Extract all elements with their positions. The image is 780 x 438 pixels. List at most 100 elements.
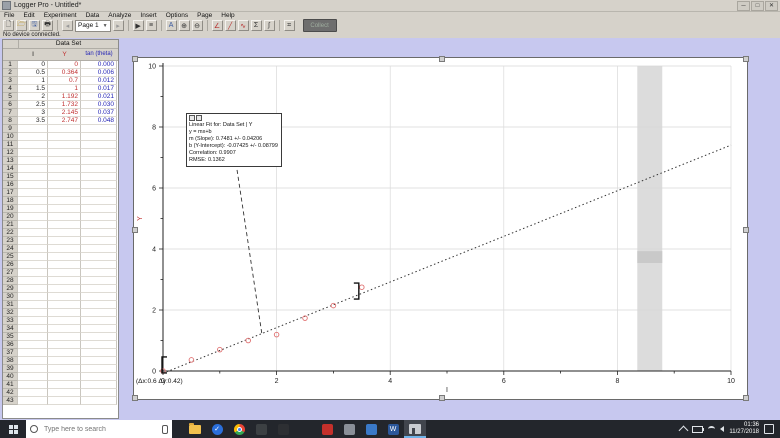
taskbar-app-dark-1[interactable] [250, 420, 272, 438]
column-header-i[interactable]: I [18, 49, 48, 60]
table-row[interactable]: 29 [3, 285, 118, 293]
action-center-icon[interactable] [764, 424, 774, 434]
taskbar-app-photos[interactable] [360, 420, 382, 438]
resize-handle[interactable] [132, 56, 138, 62]
store-run-icon[interactable]: ≡ [145, 20, 157, 31]
table-row[interactable]: 25 [3, 253, 118, 261]
table-row[interactable]: 16 [3, 181, 118, 189]
table-row[interactable]: 43 [3, 397, 118, 405]
wifi-icon[interactable] [708, 426, 716, 432]
linear-fit-icon[interactable]: ╱ [224, 20, 236, 31]
selection-band[interactable] [637, 66, 663, 371]
table-row[interactable]: 30 [3, 293, 118, 301]
table-row[interactable]: 31 [3, 301, 118, 309]
table-row[interactable]: 28 [3, 277, 118, 285]
save-icon[interactable]: 🖫 [29, 20, 40, 31]
table-row[interactable]: 11 [3, 141, 118, 149]
data-point[interactable] [188, 357, 195, 363]
menu-page[interactable]: Page [197, 12, 212, 19]
data-table-panel[interactable]: Data Set I Y tan (theta) 1 0 0 0.000 2 0.5 0.3… [2, 39, 119, 419]
table-row[interactable]: 41 [3, 381, 118, 389]
menu-analyze[interactable]: Analyze [108, 12, 131, 19]
menu-file[interactable]: File [4, 12, 14, 19]
table-row[interactable]: 36 [3, 341, 118, 349]
tangent-icon[interactable]: ∠ [211, 20, 223, 31]
taskbar-clock[interactable]: 01:36 11/27/2018 [729, 422, 759, 436]
prev-page-icon[interactable]: ◂ [62, 20, 73, 31]
page-select[interactable]: Page 1 ▼ [75, 19, 111, 32]
zoom-out-icon[interactable]: ⊖ [191, 20, 203, 31]
table-row[interactable]: 34 [3, 325, 118, 333]
table-row[interactable]: 22 [3, 229, 118, 237]
table-row[interactable]: 20 [3, 213, 118, 221]
table-row[interactable]: 12 [3, 149, 118, 157]
taskbar-app-gray[interactable] [338, 420, 360, 438]
menu-insert[interactable]: Insert [140, 12, 156, 19]
close-button[interactable]: ✕ [765, 0, 778, 11]
table-row[interactable]: 14 [3, 165, 118, 173]
table-row[interactable]: 21 [3, 221, 118, 229]
taskbar-app-red[interactable] [316, 420, 338, 438]
fitbox-handle-icon[interactable] [189, 115, 279, 121]
table-row[interactable]: 42 [3, 389, 118, 397]
table-row[interactable]: 26 [3, 261, 118, 269]
examine-icon[interactable]: ▶ [132, 20, 144, 31]
linear-fit-info-box[interactable]: Linear Fit for: Data Set | Y y = mx+b m … [186, 113, 282, 167]
resize-handle[interactable] [439, 395, 445, 401]
minimize-button[interactable]: ─ [737, 0, 750, 11]
table-row[interactable]: 15 [3, 173, 118, 181]
autoscale-icon[interactable]: A [165, 20, 177, 31]
data-point[interactable] [359, 284, 365, 290]
column-header-tan-theta[interactable]: tan (theta) [81, 49, 117, 60]
statistics-icon[interactable]: Σ [250, 20, 262, 31]
table-row[interactable]: 39 [3, 365, 118, 373]
data-point[interactable] [330, 302, 337, 309]
x-axis-label[interactable]: I [446, 387, 448, 394]
taskbar-app-file-explorer[interactable] [184, 420, 206, 438]
search-input[interactable] [42, 424, 158, 434]
table-row[interactable]: 9 [3, 125, 118, 133]
y-axis-label[interactable]: Y [137, 216, 144, 221]
table-row[interactable]: 32 [3, 309, 118, 317]
table-row[interactable]: 33 [3, 317, 118, 325]
taskbar-app-chrome[interactable] [228, 420, 250, 438]
maximize-button[interactable]: □ [751, 0, 764, 11]
new-file-icon[interactable]: 🗋 [3, 20, 14, 31]
table-row[interactable]: 23 [3, 237, 118, 245]
start-button[interactable] [0, 420, 26, 438]
table-row[interactable]: 40 [3, 373, 118, 381]
next-page-icon[interactable]: ▸ [112, 20, 124, 31]
column-header-y[interactable]: Y [48, 49, 81, 60]
table-row[interactable]: 27 [3, 269, 118, 277]
table-row[interactable]: 5 2 1.192 0.021 [3, 93, 118, 101]
taskbar-app-dark-2[interactable] [272, 420, 294, 438]
table-row[interactable]: 35 [3, 333, 118, 341]
resize-handle[interactable] [743, 227, 749, 233]
table-row[interactable]: 3 1 0.7 0.012 [3, 77, 118, 85]
speaker-icon[interactable] [720, 426, 725, 432]
microphone-icon[interactable] [162, 424, 168, 434]
resize-handle[interactable] [743, 395, 749, 401]
taskbar-app-word[interactable]: W [382, 420, 404, 438]
taskbar-app-check[interactable]: ✓ [206, 420, 228, 438]
table-row[interactable]: 6 2.5 1.732 0.030 [3, 101, 118, 109]
table-row[interactable]: 10 [3, 133, 118, 141]
table-row[interactable]: 17 [3, 189, 118, 197]
menu-options[interactable]: Options [166, 12, 188, 19]
taskbar-app-logger-pro-active[interactable] [404, 420, 426, 438]
data-point[interactable] [245, 337, 251, 344]
collect-button[interactable]: Collect [302, 19, 337, 32]
data-point[interactable] [217, 346, 223, 353]
fit-region-bracket-right[interactable] [353, 282, 360, 300]
table-row[interactable]: 7 3 2.145 0.037 [3, 109, 118, 117]
print-icon[interactable]: 🖶 [42, 20, 53, 31]
resize-handle[interactable] [439, 56, 445, 62]
table-row[interactable]: 13 [3, 157, 118, 165]
battery-icon[interactable] [692, 425, 705, 433]
menu-experiment[interactable]: Experiment [44, 12, 77, 19]
table-row[interactable]: 8 3.5 2.747 0.048 [3, 117, 118, 125]
curve-fit-icon[interactable]: ∿ [237, 20, 249, 31]
resize-handle[interactable] [132, 227, 138, 233]
integral-icon[interactable]: ∫ [263, 20, 275, 31]
table-row[interactable]: 24 [3, 245, 118, 253]
